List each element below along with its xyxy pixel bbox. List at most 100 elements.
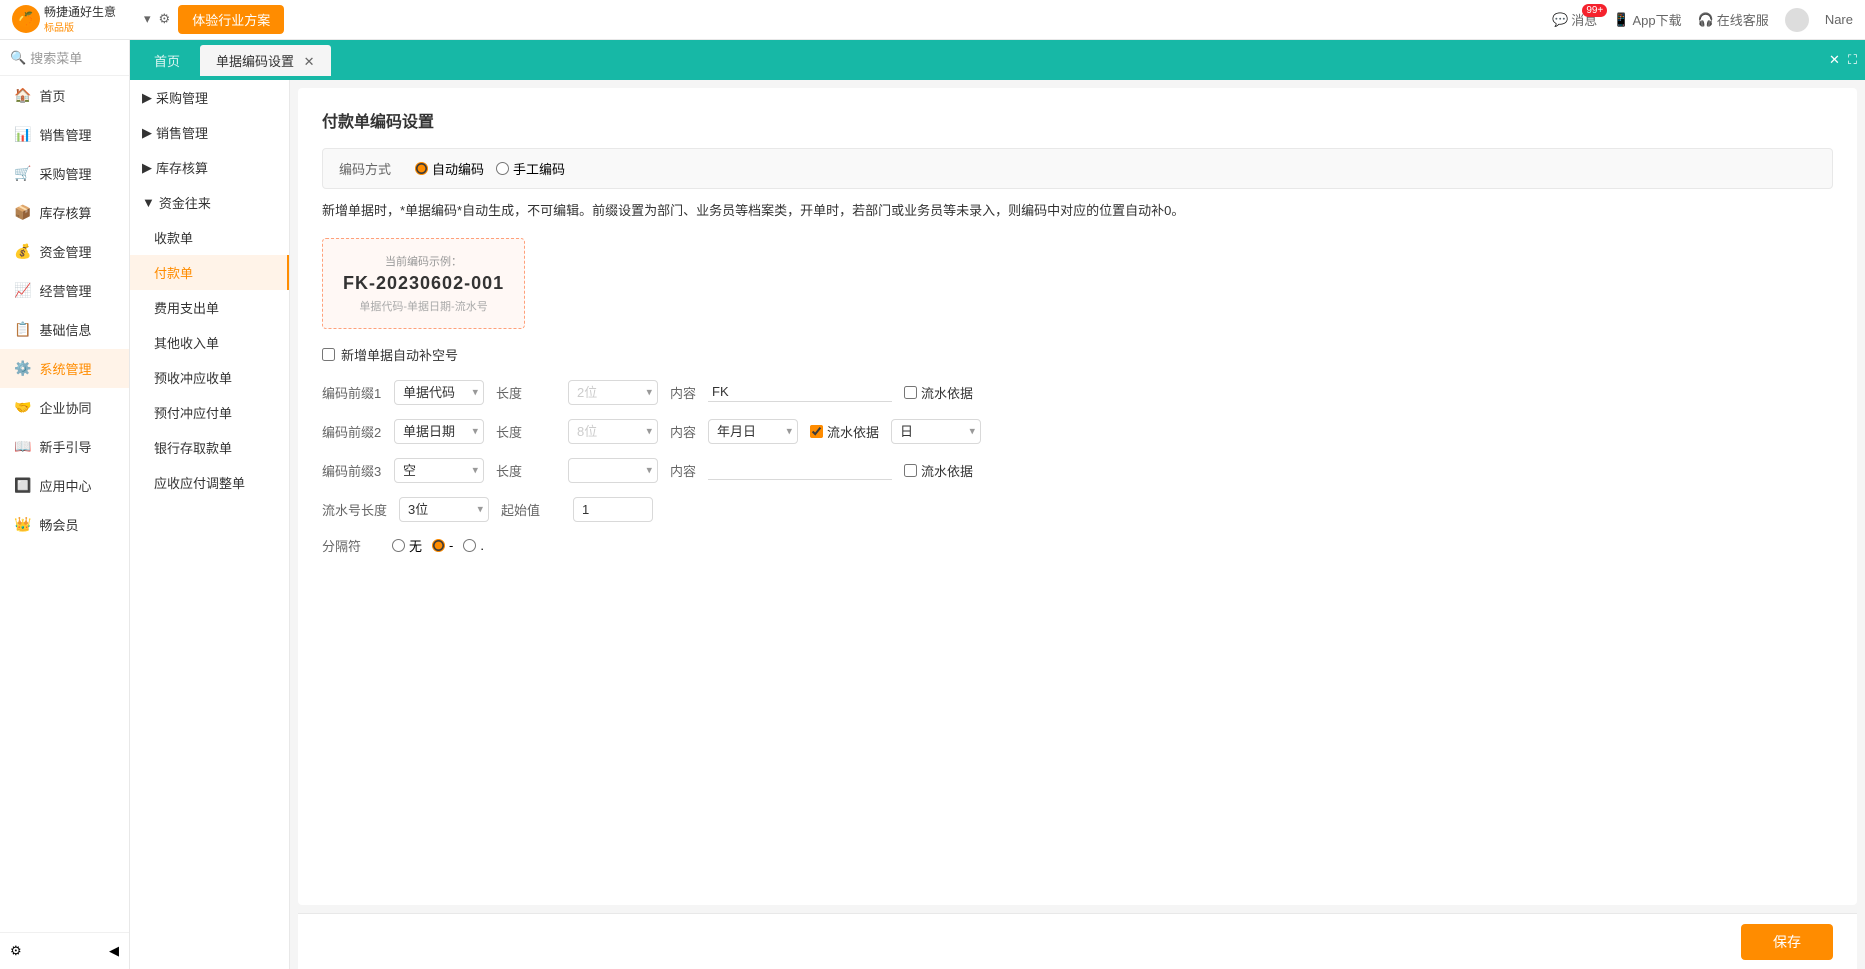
prefix1-select[interactable]: 单据代码 bbox=[394, 380, 484, 405]
length1-select-wrapper: 2位 bbox=[568, 380, 658, 405]
sidebar-item-inventory[interactable]: 📦 库存核算 bbox=[0, 193, 129, 232]
serial-length-select[interactable]: 3位 bbox=[399, 497, 489, 522]
encoding-mode-label: 编码方式 bbox=[339, 159, 399, 178]
sidebar-item-guide[interactable]: 📖 新手引导 bbox=[0, 427, 129, 466]
serial2-checkbox[interactable] bbox=[810, 425, 823, 438]
prefix3-select[interactable]: 空 bbox=[394, 458, 484, 483]
prefix2-select[interactable]: 单据日期 bbox=[394, 419, 484, 444]
auto-fill-checkbox[interactable] bbox=[322, 348, 335, 361]
collapse-icon[interactable]: ◀ bbox=[109, 943, 119, 959]
serial1-checkbox-label[interactable]: 流水依据 bbox=[904, 383, 973, 402]
topbar-dropdown[interactable]: ▾ bbox=[144, 11, 151, 27]
sidebar-item-basic[interactable]: 📋 基础信息 bbox=[0, 310, 129, 349]
sidebar-item-home[interactable]: 🏠 首页 bbox=[0, 76, 129, 115]
finance-icon: 💰 bbox=[14, 243, 31, 260]
avatar[interactable] bbox=[1785, 8, 1809, 32]
length3-select[interactable] bbox=[568, 458, 658, 483]
logo: 🍊 畅捷通好生意 标品版 bbox=[12, 5, 116, 34]
maximize-icon[interactable]: ⛶ bbox=[1848, 52, 1857, 68]
separator-dash-radio[interactable] bbox=[432, 539, 445, 552]
sidebar-item-operation[interactable]: 📈 经营管理 bbox=[0, 271, 129, 310]
serial2-unit-select[interactable]: 日 bbox=[891, 419, 981, 444]
nav-group-purchase[interactable]: ▶ 采购管理 bbox=[130, 80, 289, 115]
auto-radio-label[interactable]: 自动编码 bbox=[415, 159, 484, 178]
serial1-checkbox[interactable] bbox=[904, 386, 917, 399]
content2-select[interactable]: 年月日 bbox=[708, 419, 798, 444]
separator-none-label[interactable]: 无 bbox=[392, 536, 422, 555]
nav-leaf-expense[interactable]: 费用支出单 bbox=[130, 290, 289, 325]
separator-dot-radio[interactable] bbox=[463, 539, 476, 552]
sales-icon: 📊 bbox=[14, 126, 31, 143]
nav-leaf-payment[interactable]: 付款单 bbox=[130, 255, 289, 290]
length2-select[interactable]: 8位 bbox=[568, 419, 658, 444]
service-icon: 🎧 bbox=[1698, 12, 1714, 28]
sidebar-item-purchase[interactable]: 🛒 采购管理 bbox=[0, 154, 129, 193]
app-icon: 📱 bbox=[1613, 12, 1629, 28]
length2-label: 长度 bbox=[496, 422, 556, 441]
serial3-checkbox[interactable] bbox=[904, 464, 917, 477]
start-value-input[interactable] bbox=[573, 497, 653, 522]
user-name: Nare bbox=[1825, 12, 1853, 27]
nav-leaf-prepay-offset[interactable]: 预收冲应收单 bbox=[130, 360, 289, 395]
sidebar: 🔍 搜索菜单 🏠 首页 📊 销售管理 🛒 采购管理 📦 库存核算 💰 资金管理 … bbox=[0, 40, 130, 969]
sidebar-item-member[interactable]: 👑 畅会员 bbox=[0, 505, 129, 544]
tab-close-icon[interactable]: ✕ bbox=[304, 54, 315, 69]
nav-leaf-other-income[interactable]: 其他收入单 bbox=[130, 325, 289, 360]
nav-expand-capital-icon: ▼ bbox=[142, 195, 155, 210]
length1-select[interactable]: 2位 bbox=[568, 380, 658, 405]
sidebar-bottom: ⚙ ◀ bbox=[0, 932, 129, 969]
sidebar-item-apps[interactable]: 🔲 应用中心 bbox=[0, 466, 129, 505]
nav-leaf-adjustment[interactable]: 应收应付调整单 bbox=[130, 465, 289, 500]
nav-group-inventory[interactable]: ▶ 库存核算 bbox=[130, 150, 289, 185]
nav-leaf-bank[interactable]: 银行存取款单 bbox=[130, 430, 289, 465]
content1-label: 内容 bbox=[670, 383, 696, 402]
settings-icon[interactable]: ⚙ bbox=[159, 11, 171, 27]
sidebar-item-sales[interactable]: 📊 销售管理 bbox=[0, 115, 129, 154]
auto-fill-row[interactable]: 新增单据自动补空号 bbox=[322, 345, 1833, 364]
trial-button[interactable]: 体验行业方案 bbox=[178, 5, 284, 34]
separator-none-radio[interactable] bbox=[392, 539, 405, 552]
notice-text: 新增单据时，*单据编码*自动生成，不可编辑。前缀设置为部门、业务员等档案类，开单… bbox=[322, 201, 1833, 222]
manual-radio[interactable] bbox=[496, 162, 509, 175]
search-menu[interactable]: 🔍 搜索菜单 bbox=[0, 40, 129, 76]
member-icon: 👑 bbox=[14, 516, 31, 533]
form-row-3: 编码前缀3 空 长度 内容 bbox=[322, 458, 1833, 483]
message-button[interactable]: 💬 消息 99+ bbox=[1552, 10, 1597, 29]
manual-radio-label[interactable]: 手工编码 bbox=[496, 159, 565, 178]
serial-length-label: 流水号长度 bbox=[322, 500, 387, 519]
auto-radio[interactable] bbox=[415, 162, 428, 175]
online-service-button[interactable]: 🎧 在线客服 bbox=[1698, 10, 1769, 29]
length2-select-wrapper: 8位 bbox=[568, 419, 658, 444]
separator-dash-label[interactable]: - bbox=[432, 538, 453, 553]
save-button[interactable]: 保存 bbox=[1741, 924, 1833, 960]
page-content: 付款单编码设置 编码方式 自动编码 手工编码 bbox=[298, 88, 1857, 905]
nav-leaf-advance-offset[interactable]: 预付冲应付单 bbox=[130, 395, 289, 430]
logo-text: 畅捷通好生意 标品版 bbox=[44, 5, 116, 34]
inventory-icon: 📦 bbox=[14, 204, 31, 221]
serial3-checkbox-label[interactable]: 流水依据 bbox=[904, 461, 973, 480]
tab-home[interactable]: 首页 bbox=[138, 45, 196, 76]
bottom-bar: 保存 bbox=[298, 913, 1857, 969]
nav-leaf-receipt[interactable]: 收款单 bbox=[130, 220, 289, 255]
encoding-radio-group: 自动编码 手工编码 bbox=[415, 159, 565, 178]
serial2-checkbox-label[interactable]: 流水依据 bbox=[810, 422, 879, 441]
sidebar-item-system[interactable]: ⚙️ 系统管理 bbox=[0, 349, 129, 388]
content2-label: 内容 bbox=[670, 422, 696, 441]
tab-encoding[interactable]: 单据编码设置 ✕ bbox=[200, 45, 331, 76]
separator-dot-label[interactable]: . bbox=[463, 538, 484, 553]
tab-bar: 首页 单据编码设置 ✕ ✕ ⛶ bbox=[130, 40, 1865, 80]
content3-label: 内容 bbox=[670, 461, 696, 480]
prefix3-label: 编码前缀3 bbox=[322, 461, 382, 480]
settings-bottom-icon[interactable]: ⚙ bbox=[10, 943, 22, 959]
message-icon: 💬 bbox=[1552, 12, 1568, 28]
sidebar-item-finance[interactable]: 💰 资金管理 bbox=[0, 232, 129, 271]
sidebar-item-enterprise[interactable]: 🤝 企业协同 bbox=[0, 388, 129, 427]
form-row-2: 编码前缀2 单据日期 长度 8位 内容 bbox=[322, 419, 1833, 444]
start-value-label: 起始值 bbox=[501, 500, 561, 519]
tab-actions: ✕ ⛶ bbox=[1829, 52, 1857, 68]
app-download-button[interactable]: 📱 App下载 bbox=[1613, 10, 1681, 29]
nav-group-capital[interactable]: ▼ 资金往来 bbox=[130, 185, 289, 220]
close-window-icon[interactable]: ✕ bbox=[1829, 52, 1840, 68]
guide-icon: 📖 bbox=[14, 438, 31, 455]
nav-group-sales[interactable]: ▶ 销售管理 bbox=[130, 115, 289, 150]
